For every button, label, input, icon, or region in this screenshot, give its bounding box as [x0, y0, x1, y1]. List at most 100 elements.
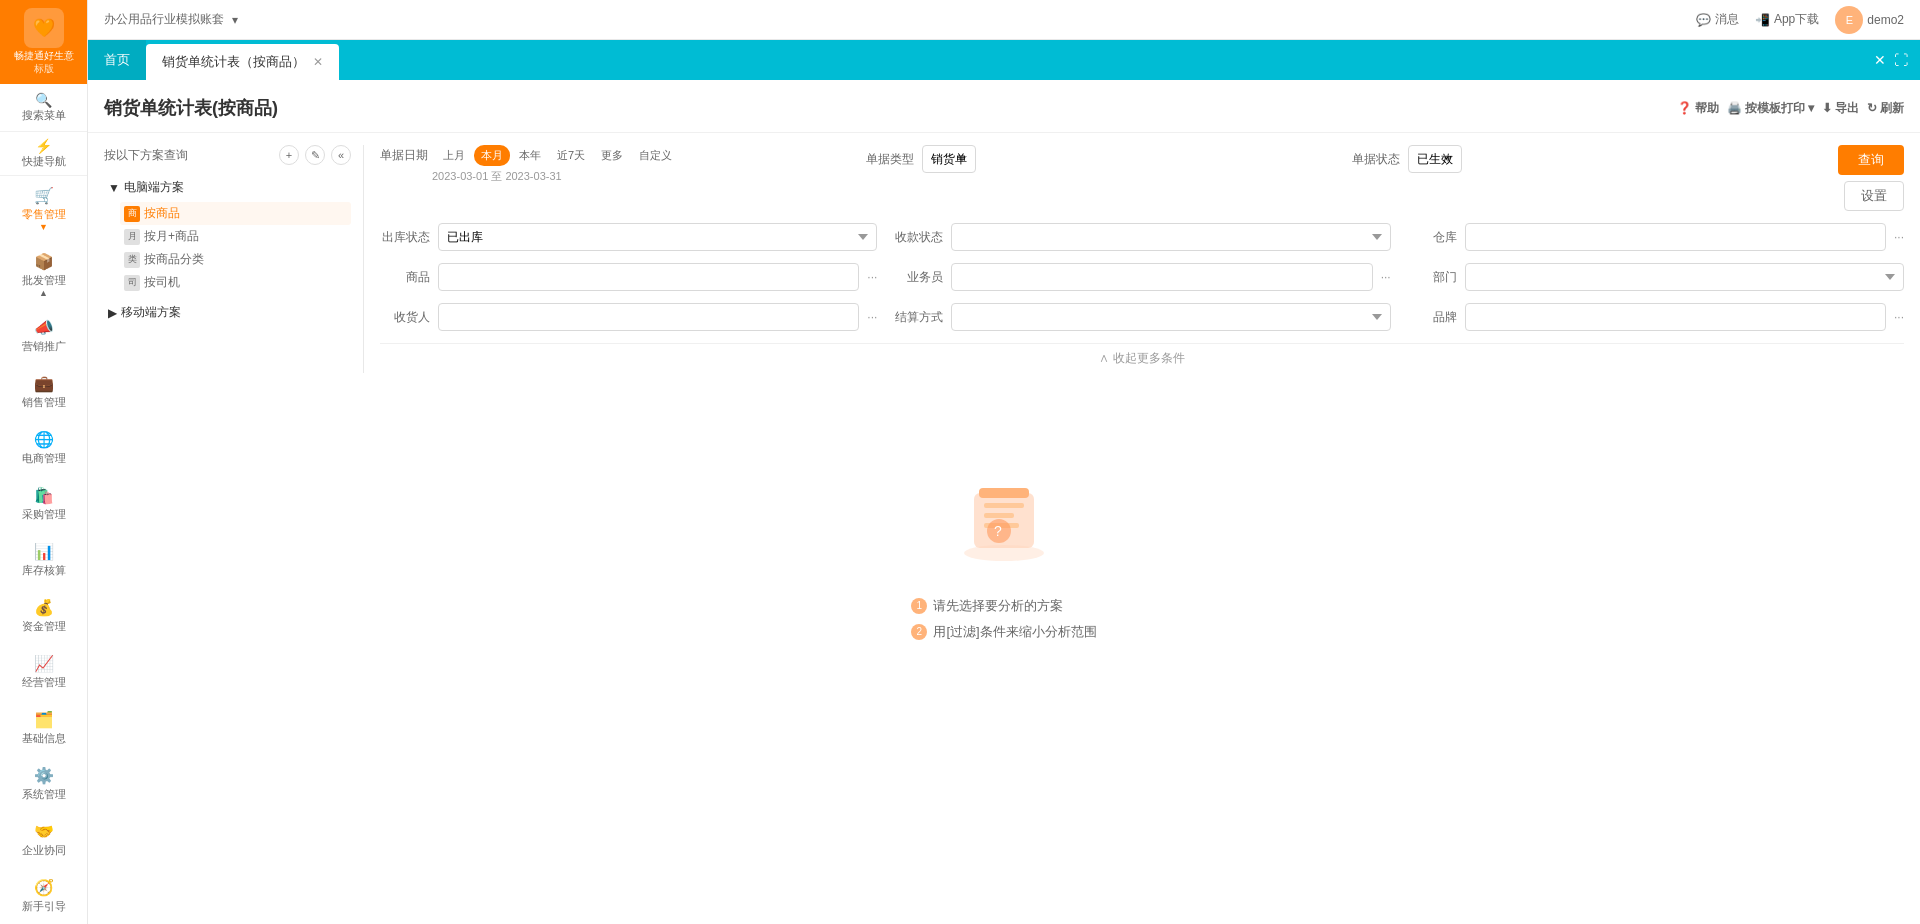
tree-node-mobile[interactable]: ▶ 移动端方案 [104, 298, 351, 327]
salesperson-input[interactable] [951, 263, 1372, 291]
quick-nav[interactable]: ⚡ 快捷导航 [0, 132, 87, 176]
filter-department: 部门 [1407, 263, 1904, 291]
sidebar-item-sales[interactable]: 💼 销售管理 [0, 364, 87, 420]
tree-expand-icon: ▼ [108, 181, 120, 195]
brand-input[interactable] [1465, 303, 1886, 331]
filter-panel: 按以下方案查询 + ✎ « [104, 145, 1904, 373]
filter-row-3: 商品 ··· 业务员 ··· [380, 263, 1904, 291]
message-button[interactable]: 💬 消息 [1696, 11, 1739, 28]
date-btn-custom[interactable]: 自定义 [632, 145, 679, 166]
filter-row-4: 收货人 ··· 结算方式 [380, 303, 1904, 331]
retail-label: 零售管理 [22, 207, 66, 222]
settings-button[interactable]: 设置 [1844, 181, 1904, 211]
warehouse-status-select[interactable]: 已出库 [438, 223, 877, 251]
tree-child-by-product[interactable]: 商 按商品 [120, 202, 351, 225]
sidebar-item-system[interactable]: ⚙️ 系统管理 [0, 756, 87, 812]
topbar-breadcrumb-area: 办公用品行业模拟账套 ▾ [104, 11, 238, 28]
retail-icon: 🛒 [34, 186, 54, 205]
sidebar-item-marketing[interactable]: 📣 营销推广 [0, 308, 87, 364]
app-logo[interactable]: 🧡 畅捷通好生意 标版 [0, 0, 87, 84]
product-more[interactable]: ··· [867, 270, 877, 284]
help-action[interactable]: ❓ 帮助 [1677, 100, 1719, 117]
sidebar-item-finance[interactable]: 💰 资金管理 [0, 588, 87, 644]
guide-label: 新手引导 [22, 899, 66, 914]
tab-sales-stat[interactable]: 销货单统计表（按商品） ✕ [146, 44, 339, 80]
filter-warehouse-status: 出库状态 已出库 [380, 223, 877, 251]
filter-payment-status: 收款状态 [893, 223, 1390, 251]
base-icon: 🗂️ [34, 710, 54, 729]
user-profile[interactable]: E demo2 [1835, 6, 1904, 34]
tip-row-1: 1 请先选择要分析的方案 [911, 593, 1096, 619]
sidebar-item-retail[interactable]: 🛒 零售管理 ▼ [0, 176, 87, 242]
salesperson-more[interactable]: ··· [1381, 270, 1391, 284]
child-label-driver: 按司机 [144, 274, 180, 291]
tree-node-desktop-text: 电脑端方案 [124, 179, 184, 196]
tip-text-2: 用[过滤]条件来缩小分析范围 [933, 619, 1096, 645]
sidebar-item-wholesale[interactable]: 📦 批发管理 ▲ [0, 242, 87, 308]
payment-status-select[interactable] [951, 223, 1390, 251]
sidebar-item-purchase[interactable]: 🛍️ 采购管理 [0, 476, 87, 532]
print-icon: 🖨️ [1727, 101, 1742, 115]
tabbar-maximize-icon[interactable]: ⛶ [1894, 52, 1908, 68]
date-btn-lastmonth[interactable]: 上月 [436, 145, 472, 166]
inventory-label: 库存核算 [22, 563, 66, 578]
recipient-more[interactable]: ··· [867, 310, 877, 324]
tab-home[interactable]: 首页 [88, 40, 146, 80]
date-btn-more[interactable]: 更多 [594, 145, 630, 166]
doc-status-select[interactable]: 已生效 [1408, 145, 1462, 173]
filter-docstatus: 单据状态 已生效 [1352, 145, 1826, 173]
query-button[interactable]: 查询 [1838, 145, 1904, 175]
date-btn-thismonth[interactable]: 本月 [474, 145, 510, 166]
search-menu[interactable]: 🔍 搜索菜单 [0, 84, 87, 132]
solution-add-btn[interactable]: + [279, 145, 299, 165]
tree-child-by-month[interactable]: 月 按月+商品 [120, 225, 351, 248]
inventory-icon: 📊 [34, 542, 54, 561]
department-select[interactable] [1465, 263, 1904, 291]
doc-type-label: 单据类型 [866, 151, 914, 168]
sidebar-item-operations[interactable]: 📈 经营管理 [0, 644, 87, 700]
product-input[interactable] [438, 263, 859, 291]
warehouse-input[interactable] [1465, 223, 1886, 251]
sales-icon: 💼 [34, 374, 54, 393]
date-btn-thisyear[interactable]: 本年 [512, 145, 548, 166]
filter-salesperson: 业务员 ··· [893, 263, 1390, 291]
tree-child-by-category[interactable]: 类 按商品分类 [120, 248, 351, 271]
sidebar-item-enterprise[interactable]: 🤝 企业协同 [0, 812, 87, 868]
sidebar-item-inventory[interactable]: 📊 库存核算 [0, 532, 87, 588]
refresh-action[interactable]: ↻ 刷新 [1867, 100, 1904, 117]
tab-close-button[interactable]: ✕ [313, 55, 323, 69]
warehouse-more[interactable]: ··· [1894, 230, 1904, 244]
tab-sales-stat-label: 销货单统计表（按商品） [162, 53, 305, 71]
recipient-control: ··· [438, 303, 877, 331]
settlement-select[interactable] [951, 303, 1390, 331]
solution-tree: ▼ 电脑端方案 商 按商品 月 按月+商品 [104, 173, 351, 327]
tree-child-by-driver[interactable]: 司 按司机 [120, 271, 351, 294]
operations-label: 经营管理 [22, 675, 66, 690]
solution-collapse-btn[interactable]: « [331, 145, 351, 165]
child-label-product: 按商品 [144, 205, 180, 222]
print-action[interactable]: 🖨️ 按模板打印 ▾ [1727, 100, 1814, 117]
solution-edit-btn[interactable]: ✎ [305, 145, 325, 165]
date-btn-7days[interactable]: 近7天 [550, 145, 592, 166]
sidebar-item-base[interactable]: 🗂️ 基础信息 [0, 700, 87, 756]
breadcrumb-arrow: ▾ [232, 13, 238, 27]
marketing-label: 营销推广 [22, 339, 66, 354]
warehouse-status-label: 出库状态 [380, 229, 430, 246]
app-download-button[interactable]: 📲 App下载 [1755, 11, 1819, 28]
system-icon: ⚙️ [34, 766, 54, 785]
ecommerce-label: 电商管理 [22, 451, 66, 466]
sidebar-item-guide[interactable]: 🧭 新手引导 [0, 868, 87, 924]
warehouse-label: 仓库 [1407, 229, 1457, 246]
doc-type-select[interactable]: 销货单 [922, 145, 976, 173]
export-action[interactable]: ⬇ 导出 [1822, 100, 1859, 117]
collapse-label: ∧ 收起更多条件 [1099, 351, 1184, 365]
app-download-label: App下载 [1774, 11, 1819, 28]
brand-more[interactable]: ··· [1894, 310, 1904, 324]
sidebar-item-ecommerce[interactable]: 🌐 电商管理 [0, 420, 87, 476]
refresh-icon: ↻ [1867, 101, 1877, 115]
tree-node-desktop[interactable]: ▼ 电脑端方案 [104, 173, 351, 202]
action-buttons: 查询 设置 [1838, 145, 1904, 211]
recipient-input[interactable] [438, 303, 859, 331]
collapse-bar[interactable]: ∧ 收起更多条件 [380, 343, 1904, 373]
tabbar-close-icon[interactable]: ✕ [1874, 52, 1886, 68]
